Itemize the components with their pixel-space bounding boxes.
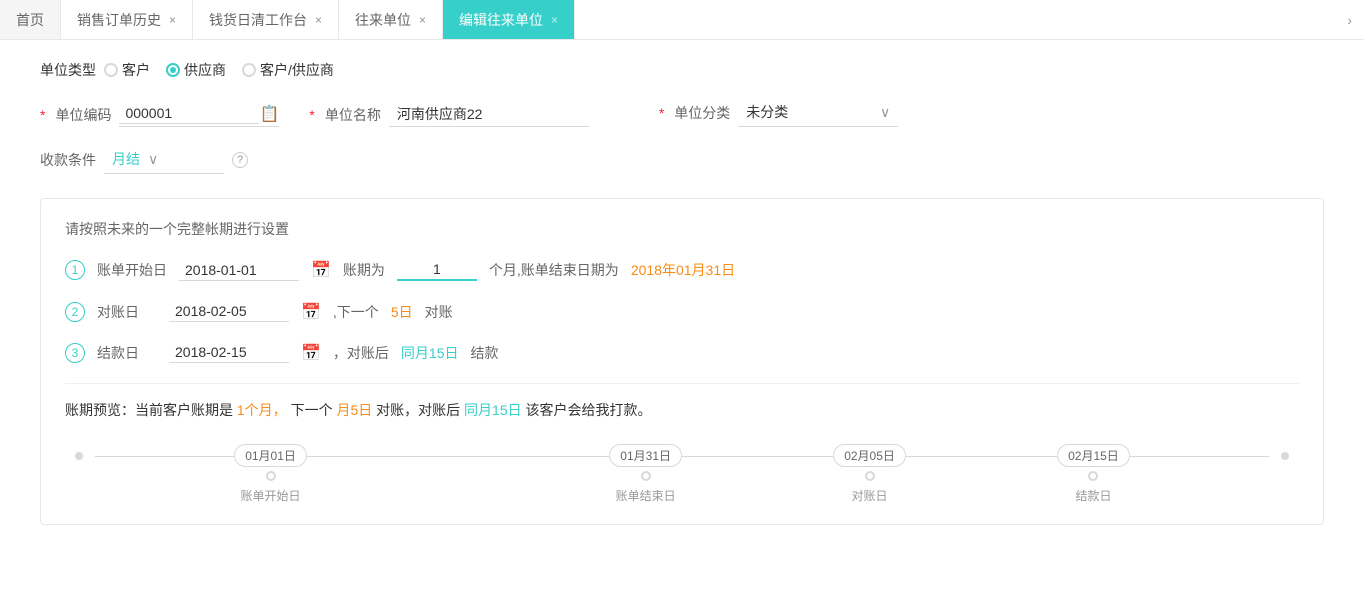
unit-code-input-wrap: 📋 [119, 103, 279, 127]
preview-text-4: 该客户会给我打款。 [526, 402, 652, 418]
preview-prefix: 账期预览：当前客户账期是 [65, 402, 233, 418]
timeline-label-1: 账单开始日 [241, 487, 301, 504]
unit-name-label: 单位名称 [325, 105, 381, 125]
timeline-dot-4 [1088, 471, 1098, 481]
timeline-label-3: 对账日 [852, 487, 888, 504]
unit-name-input[interactable] [389, 102, 589, 127]
step-label-1: 账单开始日 [97, 260, 167, 280]
timeline-badge-3: 02月05日 [833, 444, 906, 467]
timeline-dot-2 [641, 471, 651, 481]
step-desc-3-highlight: 同月15日 [401, 343, 459, 363]
step-row-3: 3 结款日 📅 ，对账后 同月15日 结款 [65, 342, 1299, 363]
timeline-node-1: 01月01日 账单开始日 [234, 444, 307, 504]
step-num-2: 2 [65, 302, 85, 322]
step-date-input-3[interactable] [169, 342, 289, 363]
step-calendar-icon-2[interactable]: 📅 [301, 302, 321, 322]
close-icon[interactable]: × [419, 13, 426, 27]
radio-circle-supplier [166, 63, 180, 77]
payment-terms-group: 收款条件 月结 ∨ ? [40, 145, 248, 174]
radio-customer[interactable]: 客户 [104, 60, 150, 80]
unit-name-group: * 单位名称 [309, 102, 588, 127]
tabs-bar: 首页 销售订单历史 × 钱货日清工作台 × 往来单位 × 编辑往来单位 × › [0, 0, 1364, 40]
timeline-badge-4: 02月15日 [1057, 444, 1130, 467]
timeline-label-4: 结款日 [1075, 487, 1111, 504]
step-calendar-icon-1[interactable]: 📅 [311, 260, 331, 280]
code-name-class-row: * 单位编码 📋 * 单位名称 * 单位分类 未分类 ∨ [40, 98, 1324, 127]
unit-code-label: 单位编码 [55, 105, 111, 125]
timeline-node-2: 01月31日 账单结束日 [609, 444, 682, 504]
unit-class-group: * 单位分类 未分类 ∨ [659, 98, 898, 127]
radio-group: 客户 供应商 客户/供应商 [104, 60, 334, 80]
unit-class-value: 未分类 [746, 102, 788, 122]
step-row-1: 1 账单开始日 📅 账期为 个月,账单结束日期为 2018年01月31日 [65, 259, 1299, 281]
step-num-3: 3 [65, 343, 85, 363]
period-input[interactable] [397, 259, 477, 281]
step-desc-2-suffix: 对账 [425, 302, 453, 322]
timeline-badge-1: 01月01日 [234, 444, 307, 467]
settings-section: 请按照未来的一个完整帐期进行设置 1 账单开始日 📅 账期为 个月,账单结束日期… [40, 198, 1324, 525]
preview-highlight-3: 同月15日 [464, 402, 522, 418]
preview-highlight-2: 月5日 [336, 402, 372, 418]
timeline-node-3: 02月05日 对账日 [833, 444, 906, 504]
payment-terms-value: 月结 [112, 149, 140, 169]
tab-sales-order-history[interactable]: 销售订单历史 × [61, 0, 193, 39]
step-label-3: 结款日 [97, 343, 157, 363]
timeline: 01月01日 账单开始日 01月31日 账单结束日 02月05日 [75, 444, 1289, 504]
timeline-dot-3 [865, 471, 875, 481]
tab-partner[interactable]: 往来单位 × [339, 0, 443, 39]
timeline-label-2: 账单结束日 [616, 487, 676, 504]
step-period-label: 账期为 [343, 260, 385, 280]
tabs-more-arrow[interactable]: › [1335, 0, 1364, 39]
help-icon[interactable]: ? [232, 152, 248, 168]
preview-text-3: 对账，对账后 [376, 402, 460, 418]
timeline-nodes: 01月01日 账单开始日 01月31日 账单结束日 02月05日 [75, 444, 1289, 504]
step-period-end: 2018年01月31日 [631, 260, 735, 280]
close-icon[interactable]: × [551, 13, 558, 27]
step-date-input-2[interactable] [169, 301, 289, 322]
tab-home[interactable]: 首页 [0, 0, 61, 39]
step-period-unit: 个月,账单结束日期为 [489, 260, 619, 280]
unit-type-group: 单位类型 客户 供应商 客户/供应商 [40, 60, 334, 80]
radio-circle-customer [104, 63, 118, 77]
step-calendar-icon-3[interactable]: 📅 [301, 343, 321, 363]
unit-type-row: 单位类型 客户 供应商 客户/供应商 [40, 60, 1324, 80]
preview-text-2: 下一个 [291, 402, 333, 418]
unit-code-edit-icon[interactable]: 📋 [259, 104, 279, 124]
unit-class-select[interactable]: 未分类 ∨ [738, 98, 898, 127]
payment-terms-chevron-icon: ∨ [148, 151, 158, 168]
step-desc-3-suffix: 结款 [471, 343, 499, 363]
close-icon[interactable]: × [315, 13, 322, 27]
radio-customer-supplier[interactable]: 客户/供应商 [242, 60, 334, 80]
timeline-dot-1 [266, 471, 276, 481]
unit-code-input[interactable] [119, 103, 259, 124]
step-date-input-1[interactable] [179, 260, 299, 281]
unit-class-label: 单位分类 [674, 103, 730, 123]
main-content: 单位类型 客户 供应商 客户/供应商 * 单位编码 [0, 40, 1364, 608]
preview-text: 账期预览：当前客户账期是 1个月， 下一个 月5日 对账，对账后 同月15日 该… [65, 400, 1299, 420]
close-icon[interactable]: × [169, 13, 176, 27]
unit-type-label: 单位类型 [40, 60, 96, 80]
preview-highlight-1: 1个月， [237, 402, 287, 418]
step-label-2: 对账日 [97, 302, 157, 322]
timeline-start-dot [75, 452, 83, 460]
unit-code-group: * 单位编码 📋 [40, 103, 279, 127]
payment-terms-label: 收款条件 [40, 150, 96, 170]
timeline-badge-2: 01月31日 [609, 444, 682, 467]
step-desc-3-prefix: ，对账后 [333, 343, 389, 363]
step-desc-2-highlight: 5日 [391, 302, 413, 322]
section-title: 请按照未来的一个完整帐期进行设置 [65, 219, 1299, 239]
tab-cash-work[interactable]: 钱货日清工作台 × [193, 0, 339, 39]
tab-edit-partner[interactable]: 编辑往来单位 × [443, 0, 575, 39]
payment-terms-select[interactable]: 月结 ∨ [104, 145, 224, 174]
timeline-end-dot [1281, 452, 1289, 460]
step-row-2: 2 对账日 📅 ,下一个 5日 对账 [65, 301, 1299, 322]
radio-supplier[interactable]: 供应商 [166, 60, 226, 80]
preview-section: 账期预览：当前客户账期是 1个月， 下一个 月5日 对账，对账后 同月15日 该… [65, 383, 1299, 504]
step-num-1: 1 [65, 260, 85, 280]
dropdown-chevron-icon: ∨ [880, 104, 890, 121]
step-desc-2-prefix: ,下一个 [333, 302, 379, 322]
payment-terms-row: 收款条件 月结 ∨ ? [40, 145, 1324, 174]
timeline-node-4: 02月15日 结款日 [1057, 444, 1130, 504]
radio-circle-both [242, 63, 256, 77]
